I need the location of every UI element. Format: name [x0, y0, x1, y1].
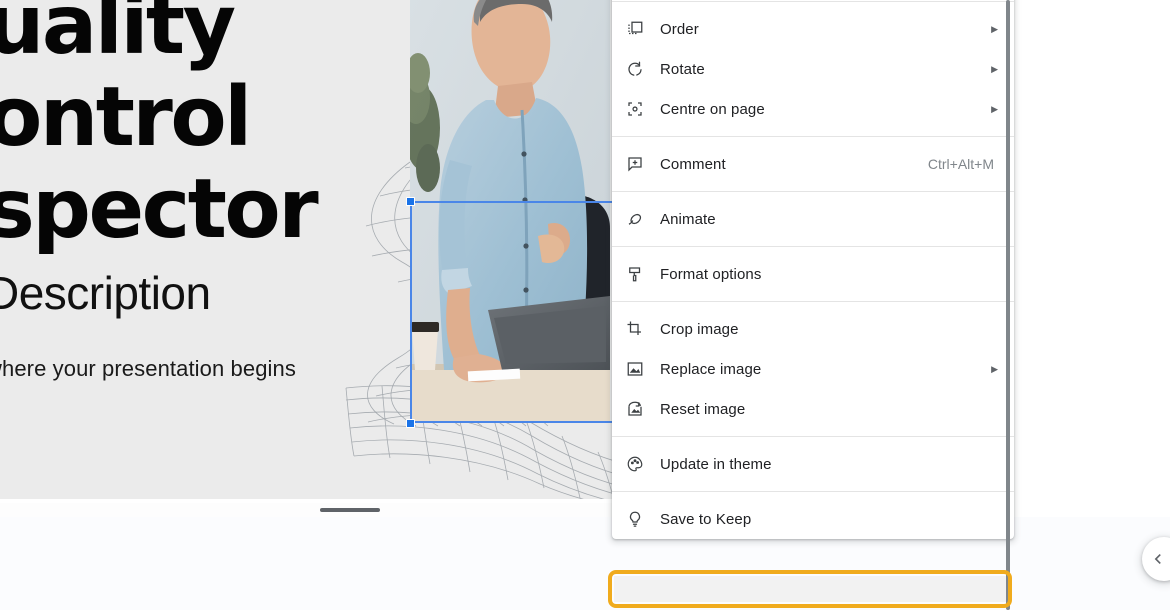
rotate-icon	[626, 59, 652, 79]
menu-item-label: Save to Keep	[660, 510, 752, 528]
replace-image-icon	[626, 359, 652, 379]
menu-item-reset-image[interactable]: Reset image	[612, 389, 1014, 429]
comment-icon	[626, 154, 652, 174]
menu-item-rotate[interactable]: Rotate ▶	[612, 49, 1014, 89]
menu-group-image: Crop image Replace image ▶ Reset image	[612, 309, 1014, 429]
menu-item-label: Rotate	[660, 60, 705, 78]
menu-separator	[612, 191, 1014, 192]
slide-tagline[interactable]: where your presentation begins	[0, 356, 296, 382]
menu-item-label: Crop image	[660, 320, 739, 338]
menu-separator	[612, 436, 1014, 437]
image-context-menu[interactable]: Alt text Ctrl+Alt+Y Order ▶	[612, 0, 1014, 539]
menu-group-arrange: Order ▶ Rotate ▶ Centre on page ▶	[612, 9, 1014, 129]
crop-image-icon	[626, 319, 652, 339]
headline-line-3: spector	[0, 162, 319, 257]
update-in-theme-icon	[626, 454, 652, 474]
menu-item-update-in-theme[interactable]: Update in theme	[612, 444, 1014, 484]
headline-line-2: ontrol	[0, 70, 252, 165]
animate-icon	[626, 209, 652, 229]
canvas-horizontal-scrollbar-thumb[interactable]	[320, 508, 380, 512]
slide-image-photo[interactable]	[410, 0, 610, 422]
chevron-left-icon	[1154, 554, 1161, 564]
menu-item-format-options[interactable]: Format options	[612, 254, 1014, 294]
menu-item-crop-image[interactable]: Crop image	[612, 309, 1014, 349]
menu-separator	[612, 491, 1014, 492]
slides-editor-window: uality ontrol spector Description where yo…	[0, 0, 1170, 610]
menu-item-label: Centre on page	[660, 100, 765, 118]
submenu-arrow-icon: ▶	[991, 63, 998, 74]
menu-group-format: Format options	[612, 254, 1014, 294]
menu-separator	[612, 301, 1014, 302]
reset-image-icon	[626, 399, 652, 419]
menu-separator	[612, 246, 1014, 247]
resize-handle-top-left[interactable]	[406, 197, 415, 206]
menu-item-centre-on-page[interactable]: Centre on page ▶	[612, 89, 1014, 129]
canvas-right-gutter	[1014, 0, 1170, 517]
menu-group-animate: Animate	[612, 199, 1014, 239]
menu-item-label: Replace image	[660, 360, 762, 378]
submenu-arrow-icon: ▶	[991, 23, 998, 34]
menu-separator	[612, 136, 1014, 137]
menu-group-keep: Save to Keep	[612, 499, 1014, 539]
menu-item-animate[interactable]: Animate	[612, 199, 1014, 239]
menu-item-save-to-keep[interactable]: Save to Keep	[612, 499, 1014, 539]
resize-handle-bottom-left[interactable]	[406, 419, 415, 428]
menu-item-label: Update in theme	[660, 455, 772, 473]
format-options-icon	[626, 264, 652, 284]
submenu-arrow-icon: ▶	[991, 363, 998, 374]
order-icon	[626, 19, 652, 39]
menu-item-label: Order	[660, 20, 699, 38]
submenu-arrow-icon: ▶	[991, 103, 998, 114]
menu-item-shortcut: Ctrl+Alt+M	[927, 156, 994, 172]
slide-subheading[interactable]: Description	[0, 266, 211, 320]
centre-on-page-icon	[626, 99, 652, 119]
menu-item-label: Reset image	[660, 400, 746, 418]
menu-item-order[interactable]: Order ▶	[612, 9, 1014, 49]
keep-lightbulb-icon	[626, 509, 652, 529]
menu-group-comment: Comment Ctrl+Alt+M	[612, 144, 1014, 184]
menu-group-theme: Update in theme	[612, 444, 1014, 484]
menu-item-label: Animate	[660, 210, 716, 228]
menu-item-label: Comment	[660, 155, 726, 173]
menu-item-label: Format options	[660, 265, 762, 283]
menu-item-replace-image[interactable]: Replace image ▶	[612, 349, 1014, 389]
menu-item-comment[interactable]: Comment Ctrl+Alt+M	[612, 144, 1014, 184]
menu-separator	[612, 1, 1014, 2]
headline-line-1: uality	[0, 0, 236, 73]
context-menu-scrollbar[interactable]	[1006, 0, 1010, 610]
